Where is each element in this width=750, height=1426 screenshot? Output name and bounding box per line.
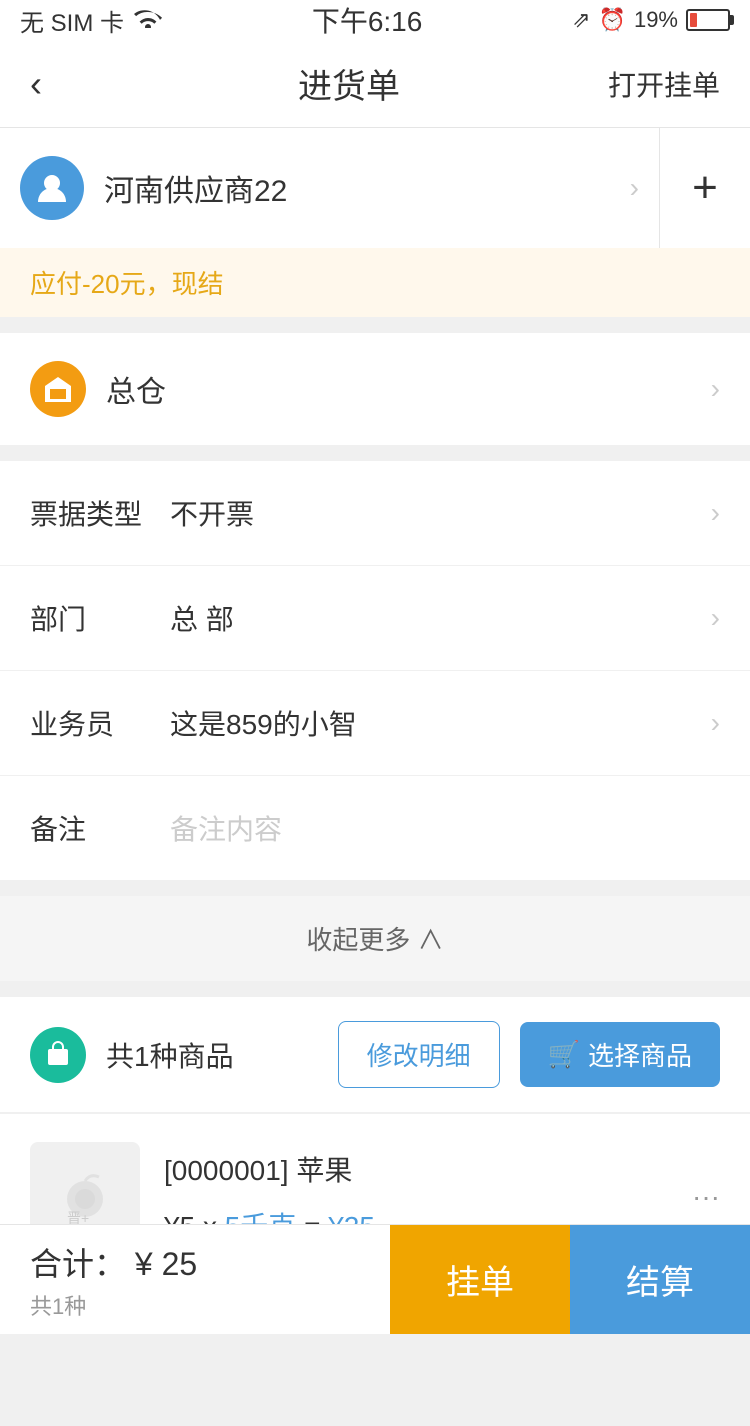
staff-value: 这是859的小智 bbox=[170, 703, 701, 743]
total-value: ¥ 25 bbox=[135, 1246, 197, 1282]
dept-chevron: › bbox=[711, 602, 720, 634]
staff-row[interactable]: 业务员 这是859的小智 › bbox=[0, 671, 750, 776]
select-product-label: 选择商品 bbox=[588, 1036, 692, 1073]
battery-icon bbox=[686, 9, 730, 31]
status-bar: 无 SIM 卡 下午6:16 ⇗ ⏰ 19% bbox=[0, 0, 750, 40]
warehouse-section: 总仓 › bbox=[0, 333, 750, 445]
status-time: 下午6:16 bbox=[312, 0, 423, 40]
add-supplier-button[interactable]: + bbox=[660, 128, 750, 248]
product-name: [0000001] 苹果 bbox=[164, 1149, 668, 1189]
supplier-avatar bbox=[20, 156, 84, 220]
invoice-row[interactable]: 票据类型 不开票 › bbox=[0, 461, 750, 566]
bottom-bar: 合计： ¥ 25 共1种 挂单 结算 bbox=[0, 1224, 750, 1334]
dept-label: 部门 bbox=[30, 598, 150, 638]
remark-input[interactable]: 备注内容 bbox=[170, 808, 720, 848]
pending-button[interactable]: 挂单 bbox=[390, 1225, 570, 1334]
product-code: [0000001] bbox=[164, 1155, 289, 1186]
warehouse-name: 总仓 bbox=[106, 367, 701, 411]
collapse-row[interactable]: 收起更多 ∧ bbox=[0, 896, 750, 981]
total-section: 合计： ¥ 25 共1种 bbox=[0, 1225, 390, 1334]
dept-row[interactable]: 部门 总 部 › bbox=[0, 566, 750, 671]
collapse-label: 收起更多 ∧ bbox=[306, 920, 443, 957]
total-label: 合计： bbox=[30, 1246, 126, 1282]
product-count-text: 共1种商品 bbox=[106, 1035, 318, 1075]
supplier-chevron: › bbox=[630, 172, 639, 204]
battery-fill bbox=[690, 13, 697, 27]
cart-icon: 🛒 bbox=[548, 1039, 580, 1070]
battery-percent: 19% bbox=[634, 7, 678, 33]
carrier-text: 无 SIM 卡 bbox=[20, 3, 124, 38]
invoice-chevron: › bbox=[711, 497, 720, 529]
wifi-icon bbox=[134, 6, 162, 35]
checkout-button[interactable]: 结算 bbox=[570, 1225, 750, 1334]
staff-chevron: › bbox=[711, 707, 720, 739]
product-title: 苹果 bbox=[296, 1155, 352, 1186]
total-count: 共1种 bbox=[30, 1289, 360, 1321]
warehouse-icon bbox=[30, 361, 86, 417]
back-button[interactable]: ‹ bbox=[30, 63, 90, 105]
total-amount: 合计： ¥ 25 bbox=[30, 1239, 360, 1285]
supplier-name: 河南供应商22 bbox=[104, 166, 620, 210]
page-title: 进货单 bbox=[298, 59, 400, 108]
notice-bar: 应付-20元，现结 bbox=[0, 248, 750, 317]
remark-row[interactable]: 备注 备注内容 bbox=[0, 776, 750, 880]
alarm-icon: ⏰ bbox=[599, 7, 626, 33]
location-icon: ⇗ bbox=[572, 7, 590, 33]
product-header: 共1种商品 修改明细 🛒 选择商品 bbox=[0, 997, 750, 1112]
open-pending-button[interactable]: 打开挂单 bbox=[608, 64, 720, 104]
product-count-icon bbox=[30, 1027, 86, 1083]
notice-text: 应付-20元，现结 bbox=[30, 269, 224, 299]
select-product-button[interactable]: 🛒 选择商品 bbox=[520, 1022, 720, 1087]
form-section: 票据类型 不开票 › 部门 总 部 › 业务员 这是859的小智 › 备注 备注… bbox=[0, 461, 750, 880]
dept-value: 总 部 bbox=[170, 598, 701, 638]
status-right: ⇗ ⏰ 19% bbox=[572, 7, 730, 33]
staff-label: 业务员 bbox=[30, 703, 150, 743]
edit-detail-button[interactable]: 修改明细 bbox=[338, 1021, 500, 1088]
invoice-label: 票据类型 bbox=[30, 493, 150, 533]
nav-bar: ‹ 进货单 打开挂单 bbox=[0, 40, 750, 128]
supplier-section: 河南供应商22 › + bbox=[0, 128, 750, 248]
warehouse-chevron: › bbox=[711, 373, 720, 405]
remark-label: 备注 bbox=[30, 808, 150, 848]
invoice-value: 不开票 bbox=[170, 493, 701, 533]
status-left: 无 SIM 卡 bbox=[20, 3, 162, 38]
supplier-row[interactable]: 河南供应商22 › bbox=[0, 128, 660, 248]
warehouse-row[interactable]: 总仓 › bbox=[0, 333, 750, 445]
product-more-button[interactable]: ··· bbox=[692, 1181, 720, 1213]
